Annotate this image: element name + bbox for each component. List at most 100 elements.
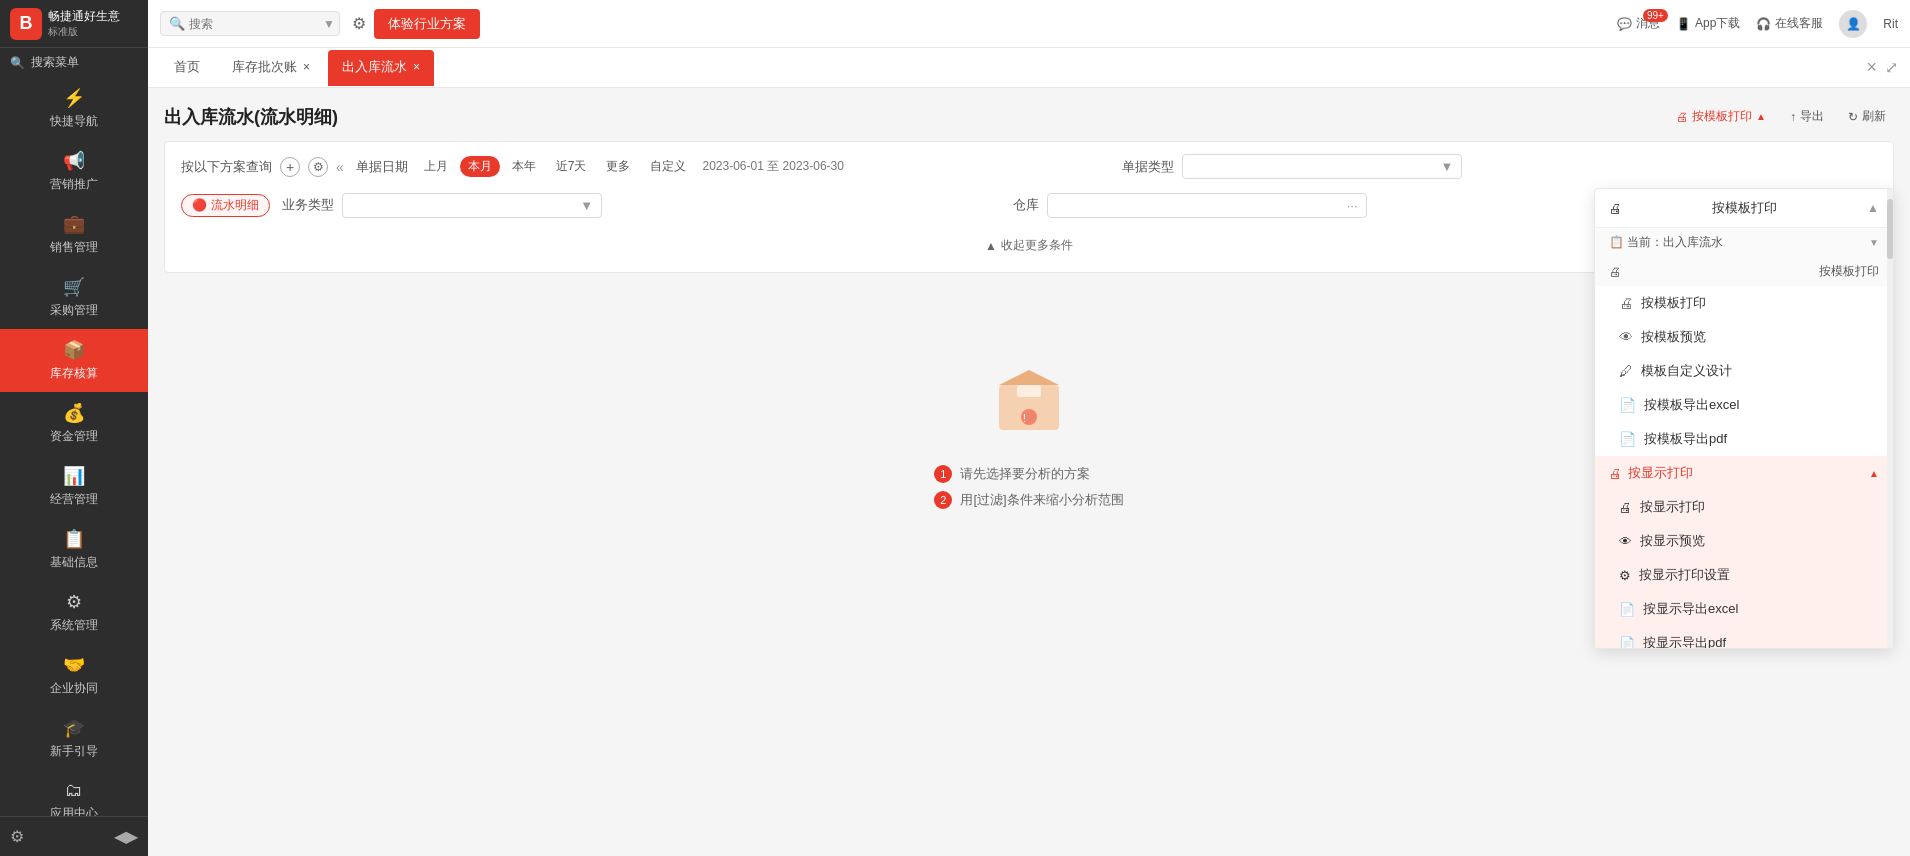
empty-tips: 1 请先选择要分析的方案 2 用[过滤]条件来缩小分析范围 (934, 465, 1123, 509)
headset-icon: 🎧 (1756, 17, 1771, 31)
app-logo-icon: B (10, 8, 42, 40)
tab-expand-icon[interactable]: ⤢ (1885, 58, 1898, 77)
sidebar-collapse-btn[interactable]: ◀▶ (114, 827, 138, 846)
dropdown-item-export-excel-template[interactable]: 📄 按模板导出excel (1595, 388, 1893, 422)
template-section-icon: 🖨 (1609, 265, 1621, 279)
dropdown-header-chevron-up-icon[interactable]: ▲ (1867, 201, 1879, 215)
dropdown-template-section-header[interactable]: 🖨 按模板打印 (1595, 257, 1893, 286)
refresh-button[interactable]: ↻ 刷新 (1840, 104, 1894, 129)
search-icon: 🔍 (10, 56, 25, 70)
business-type-select-arrow-icon: ▼ (580, 198, 593, 213)
dropdown-display-section: 🖨 按显示打印 ▲ 🖨 按显示打印 👁 按显示预览 ⚙ (1595, 456, 1893, 648)
user-avatar[interactable]: 👤 (1839, 10, 1867, 38)
system-icon: ⚙ (66, 591, 82, 613)
settings-icon: ⚙ (313, 160, 324, 174)
sidebar-search-item[interactable]: 🔍 搜索菜单 (0, 48, 148, 77)
panel-scrollbar-thumb (1887, 199, 1893, 259)
topbar-search-chevron-icon[interactable]: ▼ (323, 17, 335, 31)
doc-type-select[interactable]: ▼ (1182, 154, 1462, 179)
filter-collapse-icon[interactable]: « (336, 159, 344, 175)
industry-solution-button[interactable]: 体验行业方案 (374, 9, 480, 39)
dropdown-item-design-template[interactable]: 🖊 模板自定义设计 (1595, 354, 1893, 388)
app-download-button[interactable]: 📱 App下载 (1676, 15, 1740, 32)
business-type-select[interactable]: ▼ (342, 193, 602, 218)
topbar-gear-icon[interactable]: ⚙ (352, 14, 366, 33)
date-tab-this-month[interactable]: 本月 (460, 156, 500, 177)
filter-label-group: 按以下方案查询 + ⚙ « (181, 157, 344, 177)
dropdown-item-print-display[interactable]: 🖨 按显示打印 (1595, 490, 1893, 524)
sidebar-item-quick-nav[interactable]: ⚡ 快捷导航 (0, 77, 148, 140)
username-label[interactable]: Rit (1883, 17, 1898, 31)
tab-flow[interactable]: 出入库流水 × (328, 50, 434, 86)
cooperation-icon: 🤝 (63, 654, 85, 676)
page-title: 出入库流水(流水明细) (164, 105, 338, 129)
dropdown-item-export-pdf-display[interactable]: 📄 按显示导出pdf (1595, 626, 1893, 648)
dropdown-item-print-template[interactable]: 🖨 按模板打印 (1595, 286, 1893, 320)
sidebar-item-inventory[interactable]: 📦 库存核算 (0, 329, 148, 392)
design-template-item-icon: 🖊 (1619, 363, 1633, 379)
display-section-icon: 🖨 (1609, 466, 1622, 481)
sidebar-item-operations[interactable]: 📊 经营管理 (0, 455, 148, 518)
export-icon: ↑ (1790, 110, 1796, 124)
date-tab-more[interactable]: 更多 (598, 156, 638, 177)
warehouse-select[interactable]: ··· (1047, 193, 1367, 218)
plus-icon: + (286, 159, 294, 175)
tab-batch-ledger-close[interactable]: × (303, 60, 310, 74)
app-logo-text: 畅捷通好生意 标准版 (48, 9, 120, 38)
sidebar-item-cooperation[interactable]: 🤝 企业协同 (0, 644, 148, 707)
date-tabs: 上月 本月 本年 近7天 更多 自定义 (416, 156, 695, 177)
content-area: 出入库流水(流水明细) 🖨 按模板打印 ▲ ↑ 导出 ↻ 刷新 (148, 88, 1910, 856)
sidebar-item-app-center[interactable]: 🗂 应用中心 (0, 770, 148, 816)
current-chevron-down-icon[interactable]: ▼ (1869, 237, 1879, 248)
sidebar-item-marketing[interactable]: 📢 营销推广 (0, 140, 148, 203)
filter-settings-button[interactable]: ⚙ (308, 157, 328, 177)
date-tab-custom[interactable]: 自定义 (642, 156, 694, 177)
filter-tag-label: 流水明细 (211, 197, 259, 214)
display-section-chevron-up-icon[interactable]: ▲ (1869, 468, 1879, 479)
sidebar-nav: ⚡ 快捷导航 📢 营销推广 💼 销售管理 🛒 采购管理 📦 库存核算 💰 资金管… (0, 77, 148, 816)
dropdown-item-settings-display[interactable]: ⚙ 按显示打印设置 (1595, 558, 1893, 592)
date-filter-field: 单据日期 上月 本月 本年 近7天 更多 自定义 2023-06-01 至 20… (356, 156, 1111, 177)
sidebar-item-guide[interactable]: 🎓 新手引导 (0, 707, 148, 770)
sidebar-item-finance[interactable]: 💰 资金管理 (0, 392, 148, 455)
online-service-button[interactable]: 🎧 在线客服 (1756, 15, 1823, 32)
topbar-search-input[interactable] (189, 17, 319, 31)
topbar-search-icon: 🔍 (169, 16, 185, 31)
export-excel-template-icon: 📄 (1619, 397, 1636, 413)
print-chevron-up-icon: ▲ (1756, 111, 1766, 122)
close-all-tabs-button[interactable]: × (1866, 57, 1877, 78)
print-template-button[interactable]: 🖨 按模板打印 ▲ (1668, 104, 1774, 129)
tab-flow-close[interactable]: × (413, 60, 420, 74)
guide-icon: 🎓 (63, 717, 85, 739)
doc-type-label: 单据类型 (1122, 158, 1174, 176)
svg-rect-2 (1017, 385, 1041, 397)
settings-display-icon: ⚙ (1619, 568, 1631, 583)
dropdown-item-export-excel-display[interactable]: 📄 按显示导出excel (1595, 592, 1893, 626)
dropdown-item-preview-template[interactable]: 👁 按模板预览 (1595, 320, 1893, 354)
collapse-chevron-icon: ▲ (985, 239, 997, 253)
dropdown-item-preview-display[interactable]: 👁 按显示预览 (1595, 524, 1893, 558)
dropdown-display-section-header[interactable]: 🖨 按显示打印 ▲ (1595, 456, 1893, 490)
sidebar-item-sales[interactable]: 💼 销售管理 (0, 203, 148, 266)
date-tab-7days[interactable]: 近7天 (548, 156, 595, 177)
date-tab-last-month[interactable]: 上月 (416, 156, 456, 177)
sidebar-item-purchase[interactable]: 🛒 采购管理 (0, 266, 148, 329)
current-icon: 📋 (1609, 235, 1624, 249)
export-button[interactable]: ↑ 导出 (1782, 104, 1832, 129)
filter-add-button[interactable]: + (280, 157, 300, 177)
warehouse-more-icon[interactable]: ··· (1347, 198, 1358, 213)
export-pdf-template-icon: 📄 (1619, 431, 1636, 447)
topbar-search-box[interactable]: 🔍 ▼ (160, 11, 340, 36)
print-template-icon: 🖨 (1609, 201, 1622, 216)
basic-info-icon: 📋 (63, 528, 85, 550)
date-tab-this-year[interactable]: 本年 (504, 156, 544, 177)
sidebar-item-basic-info[interactable]: 📋 基础信息 (0, 518, 148, 581)
sidebar-settings-btn[interactable]: ⚙ (10, 827, 24, 846)
sidebar-item-system[interactable]: ⚙ 系统管理 (0, 581, 148, 644)
dropdown-item-export-pdf-template[interactable]: 📄 按模板导出pdf (1595, 422, 1893, 456)
inventory-icon: 📦 (63, 339, 85, 361)
page-header: 出入库流水(流水明细) 🖨 按模板打印 ▲ ↑ 导出 ↻ 刷新 (164, 104, 1894, 129)
tab-home[interactable]: 首页 (160, 50, 214, 86)
messages-button[interactable]: 💬 消息 99+ (1617, 15, 1660, 32)
tab-batch-ledger[interactable]: 库存批次账 × (218, 50, 324, 86)
